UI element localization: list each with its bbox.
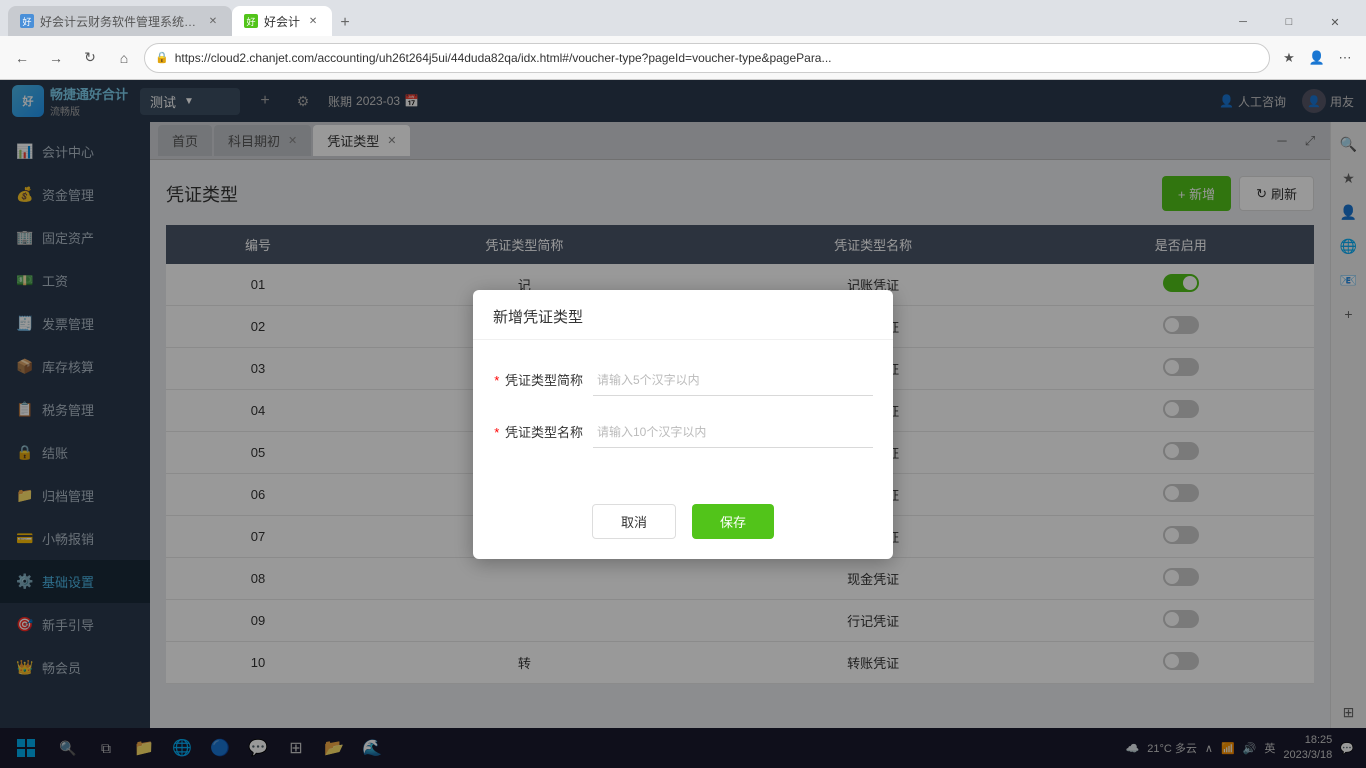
new-tab-button[interactable]: + — [332, 10, 358, 36]
browser-tab-2-label: 好会计 — [264, 13, 300, 30]
tab-favicon-2: 好 — [244, 14, 258, 28]
full-name-input[interactable] — [593, 416, 873, 448]
minimize-button[interactable]: ─ — [1220, 8, 1266, 36]
short-name-row: * 凭证类型简称 — [493, 364, 873, 396]
browser-tab-2-close[interactable]: ✕ — [306, 14, 320, 28]
tab-favicon-1: 好 — [20, 14, 34, 28]
reload-button[interactable]: ↻ — [76, 44, 104, 72]
add-voucher-type-modal: 新增凭证类型 * 凭证类型简称 * 凭证类型名称 取消 保存 — [473, 290, 893, 559]
home-button[interactable]: ⌂ — [110, 44, 138, 72]
profile-button[interactable]: 👤 — [1304, 45, 1330, 71]
ssl-icon: 🔒 — [155, 51, 169, 64]
browser-tab-2[interactable]: 好 好会计 ✕ — [232, 6, 332, 36]
browser-actions: ★ 👤 ⋯ — [1276, 45, 1358, 71]
save-button[interactable]: 保存 — [692, 504, 774, 539]
forward-button[interactable]: → — [42, 44, 70, 72]
modal-footer: 取消 保存 — [473, 492, 893, 559]
modal-title: 新增凭证类型 — [493, 309, 583, 326]
browser-toolbar: ← → ↻ ⌂ 🔒 https://cloud2.chanjet.com/acc… — [0, 36, 1366, 80]
menu-button[interactable]: ⋯ — [1332, 45, 1358, 71]
modal-body: * 凭证类型简称 * 凭证类型名称 — [473, 340, 893, 492]
close-button[interactable]: ✕ — [1312, 8, 1358, 36]
address-text: https://cloud2.chanjet.com/accounting/uh… — [175, 51, 1259, 65]
back-button[interactable]: ← — [8, 44, 36, 72]
full-name-row: * 凭证类型名称 — [493, 416, 873, 448]
maximize-button[interactable]: □ — [1266, 8, 1312, 36]
short-name-required: * — [494, 373, 499, 388]
modal-header: 新增凭证类型 — [473, 290, 893, 340]
full-name-label: * 凭证类型名称 — [493, 422, 593, 441]
cancel-button[interactable]: 取消 — [592, 504, 676, 539]
short-name-input[interactable] — [593, 364, 873, 396]
tab-bar: 好 好会计云财务软件管理系统_会计 ✕ 好 好会计 ✕ + ─ □ ✕ — [0, 0, 1366, 36]
modal-overlay: 新增凭证类型 * 凭证类型简称 * 凭证类型名称 取消 保存 — [0, 80, 1366, 768]
short-name-label: * 凭证类型简称 — [493, 370, 593, 389]
browser-tab-1-close[interactable]: ✕ — [206, 14, 220, 28]
browser-tab-1-label: 好会计云财务软件管理系统_会计 — [40, 13, 200, 30]
browser-tab-1[interactable]: 好 好会计云财务软件管理系统_会计 ✕ — [8, 6, 232, 36]
extensions-button[interactable]: ★ — [1276, 45, 1302, 71]
address-bar[interactable]: 🔒 https://cloud2.chanjet.com/accounting/… — [144, 43, 1270, 73]
full-name-required: * — [494, 425, 499, 440]
